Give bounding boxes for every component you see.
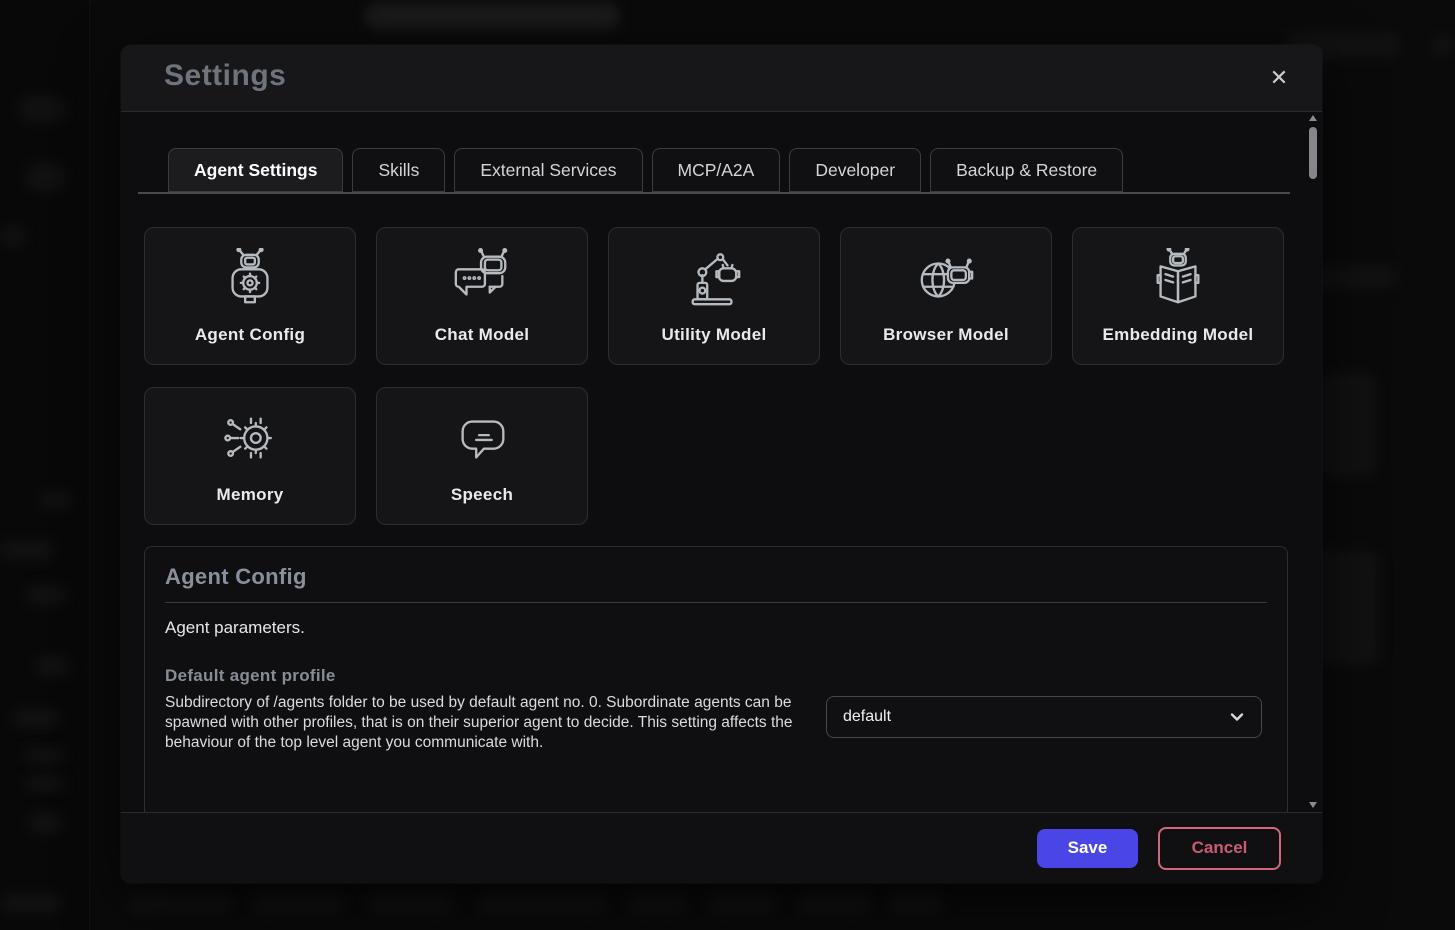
tab-backup-restore[interactable]: Backup & Restore xyxy=(930,148,1123,192)
background-blur-blob xyxy=(1318,372,1376,477)
globe-robot-icon xyxy=(915,248,977,315)
card-speech[interactable]: Speech xyxy=(376,387,588,525)
scrollbar-down-arrow[interactable] xyxy=(1309,802,1317,808)
background-blur-blob xyxy=(708,892,776,914)
background-blur-blob xyxy=(25,775,65,791)
cancel-button[interactable]: Cancel xyxy=(1158,827,1281,870)
card-utility-model[interactable]: Utility Model xyxy=(608,227,820,365)
background-blur-blob xyxy=(35,655,70,677)
field-label-default-agent-profile: Default agent profile xyxy=(165,666,1267,686)
modal-body: Agent Settings Skills External Services … xyxy=(121,112,1322,812)
close-icon[interactable]: ✕ xyxy=(1266,65,1292,91)
chat-bubbles-robot-icon xyxy=(451,248,513,315)
modal-scrollbar[interactable] xyxy=(1307,113,1319,810)
field-row: Subdirectory of /agents folder to be use… xyxy=(165,693,1262,753)
card-label: Speech xyxy=(451,485,513,505)
background-blur-blob xyxy=(1312,550,1380,665)
background-blur-blob xyxy=(628,892,686,914)
background-blur-blob xyxy=(368,892,453,914)
robot-gear-monitor-icon xyxy=(219,248,281,315)
background-blur-blob xyxy=(25,162,65,192)
background-blur-blob xyxy=(28,812,63,834)
card-memory[interactable]: Memory xyxy=(144,387,356,525)
card-browser-model[interactable]: Browser Model xyxy=(840,227,1052,365)
card-label: Agent Config xyxy=(195,325,305,345)
background-blur-blob xyxy=(478,892,606,914)
modal-footer: Save Cancel xyxy=(121,812,1322,883)
modal-title: Settings xyxy=(164,59,286,93)
select-value: default xyxy=(843,708,891,726)
settings-modal: Settings ✕ Agent Settings Skills Externa… xyxy=(121,45,1322,883)
default-agent-profile-select[interactable]: default xyxy=(826,696,1262,738)
modal-header: Settings ✕ xyxy=(121,45,1322,112)
background-blur-blob xyxy=(18,95,66,123)
tab-skills[interactable]: Skills xyxy=(352,148,445,192)
save-button[interactable]: Save xyxy=(1037,829,1138,868)
card-label: Browser Model xyxy=(883,325,1009,345)
tab-external-services[interactable]: External Services xyxy=(454,148,642,192)
settings-card-grid: Agent Config Chat Model xyxy=(144,227,1294,525)
background-blur-blob xyxy=(252,892,344,914)
section-title: Agent Config xyxy=(165,564,1267,590)
card-embedding-model[interactable]: Embedding Model xyxy=(1072,227,1284,365)
agent-config-section: Agent Config Agent parameters. Default a… xyxy=(144,546,1288,812)
section-divider xyxy=(165,602,1267,603)
section-description: Agent parameters. xyxy=(165,618,1267,638)
background-blur-blob xyxy=(888,892,943,914)
background-blur-blob xyxy=(25,748,65,764)
tab-mcp-a2a[interactable]: MCP/A2A xyxy=(652,148,781,192)
speech-bubble-icon xyxy=(451,408,513,475)
scrollbar-thumb[interactable] xyxy=(1309,127,1317,179)
background-blur-blob xyxy=(365,2,620,30)
background-blur-blob xyxy=(40,490,72,510)
field-description: Subdirectory of /agents folder to be use… xyxy=(165,693,810,753)
background-blur-blob xyxy=(0,225,26,247)
robot-reading-book-icon xyxy=(1147,248,1209,315)
tab-agent-settings[interactable]: Agent Settings xyxy=(168,148,343,192)
card-label: Utility Model xyxy=(662,325,767,345)
card-label: Chat Model xyxy=(435,325,530,345)
card-agent-config[interactable]: Agent Config xyxy=(144,227,356,365)
tab-developer[interactable]: Developer xyxy=(789,148,921,192)
background-blur-blob xyxy=(0,540,55,560)
background-blur-blob xyxy=(25,585,67,605)
background-blur-blob xyxy=(0,893,62,913)
background-blur-blob xyxy=(12,708,60,728)
circuit-gear-icon xyxy=(219,408,281,475)
background-blur-blob xyxy=(1432,34,1454,56)
tab-bar: Agent Settings Skills External Services … xyxy=(138,148,1290,194)
chevron-down-icon xyxy=(1229,709,1245,725)
robot-arm-icon xyxy=(683,248,745,315)
card-chat-model[interactable]: Chat Model xyxy=(376,227,588,365)
background-blur-blob xyxy=(128,892,233,914)
card-label: Embedding Model xyxy=(1103,325,1254,345)
scrollbar-up-arrow[interactable] xyxy=(1309,115,1317,121)
card-label: Memory xyxy=(217,485,284,505)
background-blur-blob xyxy=(798,892,870,914)
